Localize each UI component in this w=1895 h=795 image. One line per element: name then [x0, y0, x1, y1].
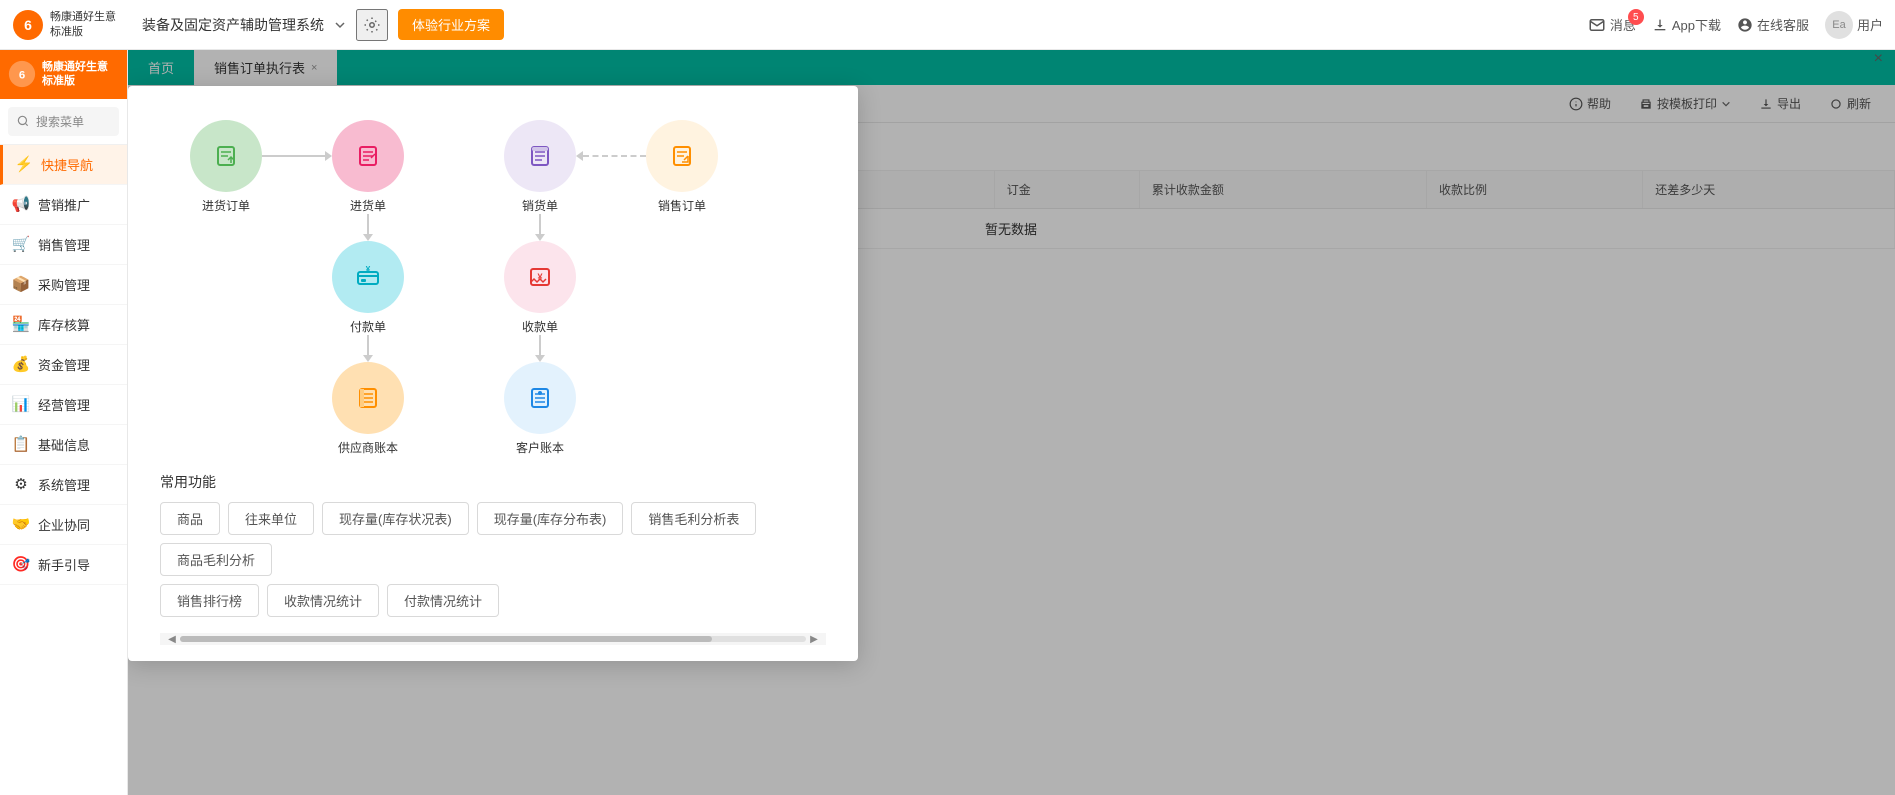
app-logo-icon: 6: [12, 9, 44, 41]
sidebar-logo-text: 畅康通好生意 标准版: [42, 60, 108, 89]
flow-layout-fixed: 进货订单 进货单: [180, 120, 718, 456]
message-button[interactable]: 消息 5: [1588, 15, 1636, 34]
func-btn-stock-dist[interactable]: 现存量(库存分布表): [477, 502, 624, 535]
sidebar-item-marketing[interactable]: 📢 营销推广: [0, 185, 127, 225]
func-buttons-row1: 商品 往来单位 现存量(库存状况表) 现存量(库存分布表) 销售毛利分析表 商品…: [160, 502, 826, 576]
top-bar-right: 消息 5 App下载 在线客服 Ea 用户: [1588, 11, 1883, 39]
func-buttons-row2: 销售排行榜 收款情况统计 付款情况统计: [160, 584, 826, 617]
operations-icon: 📊: [12, 395, 30, 413]
sidebar-item-purchase[interactable]: 📦 采购管理: [0, 265, 127, 305]
message-badge: 5: [1628, 9, 1644, 25]
sidebar-item-system[interactable]: ⚙ 系统管理: [0, 465, 127, 505]
sidebar: 6 畅康通好生意 标准版 搜索菜单 ⚡ 快捷导航 📢 营销推广: [0, 50, 128, 795]
func-btn-partner[interactable]: 往来单位: [228, 502, 314, 535]
inventory-icon: 🏪: [12, 315, 30, 333]
sales-icon: 🛒: [12, 235, 30, 253]
sidebar-item-sales[interactable]: 🛒 销售管理: [0, 225, 127, 265]
sidebar-item-collab[interactable]: 🤝 企业协同: [0, 505, 127, 545]
flow-diagram: 进货订单 进货单: [160, 110, 826, 456]
func-btn-sales-rank[interactable]: 销售排行榜: [160, 584, 259, 617]
user-avatar: Ea: [1825, 11, 1853, 39]
svg-text:6: 6: [19, 70, 25, 82]
collab-icon: 🤝: [12, 515, 30, 533]
po-node[interactable]: 进货订单: [190, 120, 262, 214]
purchase-icon: 📦: [12, 275, 30, 293]
experience-button[interactable]: 体验行业方案: [398, 9, 504, 40]
supplier-acct-node[interactable]: 供应商账本: [332, 362, 404, 456]
sidebar-item-operations[interactable]: 📊 经营管理: [0, 385, 127, 425]
func-btn-receipt-stat[interactable]: 收款情况统计: [267, 584, 379, 617]
so-node[interactable]: 销售订单: [646, 120, 718, 214]
svg-text:6: 6: [24, 17, 32, 33]
system-title: 装备及固定资产辅助管理系统: [142, 15, 324, 35]
customer-acct-node[interactable]: 客户账本: [504, 362, 576, 456]
top-bar: 6 畅康通好生意 标准版 装备及固定资产辅助管理系统 体验行业方案 消息 5 A…: [0, 0, 1895, 50]
logo-text: 畅康通好生意 标准版: [50, 10, 116, 39]
finance-icon: 💰: [12, 355, 30, 373]
scroll-right-arrow[interactable]: ▶: [806, 633, 822, 645]
message-icon: [1588, 16, 1606, 34]
basic-icon: 📋: [12, 435, 30, 453]
func-btn-sales-margin[interactable]: 销售毛利分析表: [631, 502, 756, 535]
search-menu-button[interactable]: 搜索菜单: [8, 107, 119, 136]
gear-icon: [363, 16, 381, 34]
dropdown-arrow-icon: [334, 19, 346, 31]
svg-text:¥: ¥: [537, 272, 542, 282]
sidebar-logo: 6 畅康通好生意 标准版: [0, 50, 127, 99]
sidebar-item-finance[interactable]: 💰 资金管理: [0, 345, 127, 385]
app-container: 6 畅康通好生意 标准版 装备及固定资产辅助管理系统 体验行业方案 消息 5 A…: [0, 0, 1895, 795]
main-area: 6 畅康通好生意 标准版 搜索菜单 ⚡ 快捷导航 📢 营销推广: [0, 50, 1895, 795]
app-download-button[interactable]: App下载: [1652, 15, 1721, 34]
pb-node[interactable]: 进货单: [332, 120, 404, 214]
sb-node[interactable]: 销货单: [504, 120, 576, 214]
overlay-backdrop[interactable]: 进货订单 进货单: [128, 50, 1895, 795]
system-dropdown[interactable]: [334, 19, 346, 31]
system-icon: ⚙: [12, 475, 30, 493]
scrollbar-track[interactable]: [180, 636, 806, 642]
user-menu[interactable]: Ea 用户: [1825, 11, 1883, 39]
sidebar-logo-icon: 6: [8, 60, 36, 88]
online-service-button[interactable]: 在线客服: [1737, 15, 1809, 34]
newbie-icon: 🎯: [12, 555, 30, 573]
download-icon: [1652, 17, 1668, 33]
sidebar-item-quick-nav[interactable]: ⚡ 快捷导航: [0, 145, 127, 185]
common-functions: 常用功能 商品 往来单位 现存量(库存状况表) 现存量(库存分布表) 销售毛利分…: [160, 472, 826, 617]
marketing-icon: 📢: [12, 195, 30, 213]
func-btn-stock-status[interactable]: 现存量(库存状况表): [322, 502, 469, 535]
logo-area: 6 畅康通好生意 标准版: [12, 9, 132, 41]
sidebar-search: 搜索菜单: [0, 99, 127, 145]
content-area: 首页 销售订单执行表 × × 帮助 按模板打印: [128, 50, 1895, 795]
func-btn-product[interactable]: 商品: [160, 502, 220, 535]
sidebar-item-inventory[interactable]: 🏪 库存核算: [0, 305, 127, 345]
quick-nav-icon: ⚡: [15, 155, 33, 173]
scroll-left-arrow[interactable]: ◀: [164, 633, 180, 645]
receipt-node[interactable]: ¥ 收款单: [504, 241, 576, 335]
svg-text:¥: ¥: [366, 265, 371, 274]
service-icon: [1737, 17, 1753, 33]
panel-scrollbar[interactable]: ◀ ▶: [160, 633, 826, 645]
settings-button[interactable]: [356, 9, 388, 41]
func-btn-product-margin[interactable]: 商品毛利分析: [160, 543, 272, 576]
search-icon: [16, 114, 30, 128]
payment-node[interactable]: ¥ 付款单: [332, 241, 404, 335]
sidebar-item-basic[interactable]: 📋 基础信息: [0, 425, 127, 465]
sidebar-item-newbie[interactable]: 🎯 新手引导: [0, 545, 127, 585]
func-btn-payment-stat[interactable]: 付款情况统计: [387, 584, 499, 617]
scrollbar-thumb: [180, 636, 712, 642]
common-functions-title: 常用功能: [160, 472, 826, 492]
quick-guide-panel: 进货订单 进货单: [128, 86, 858, 661]
